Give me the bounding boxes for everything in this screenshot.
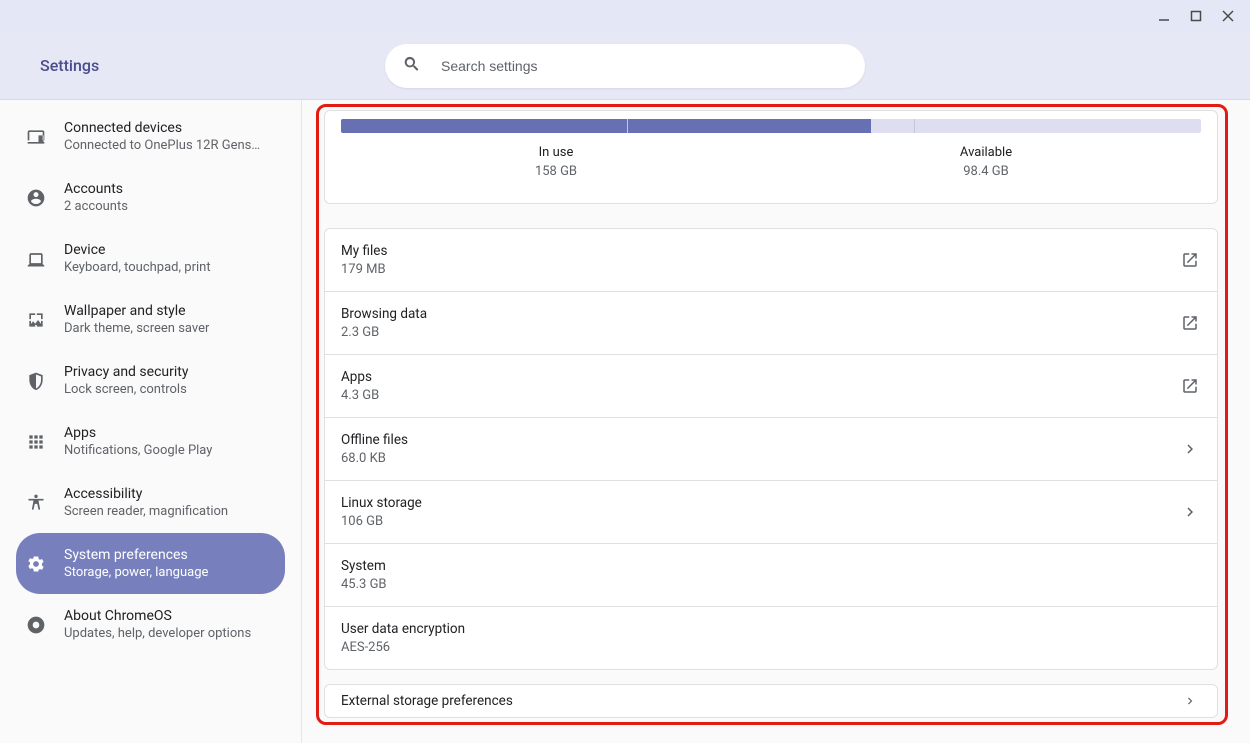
sidebar-item-label: Connected devices <box>64 120 260 136</box>
sidebar-item-label: About ChromeOS <box>64 608 251 624</box>
sidebar-item-device[interactable]: Device Keyboard, touchpad, print <box>16 228 285 289</box>
header: Settings <box>0 32 1250 100</box>
sidebar-item-sub: Connected to OnePlus 12R Gens… <box>64 138 260 153</box>
sidebar-item-sub: Dark theme, screen saver <box>64 321 209 336</box>
laptop-icon <box>26 249 46 269</box>
sidebar-item-sub: Updates, help, developer options <box>64 626 251 641</box>
wallpaper-icon <box>26 310 46 330</box>
search-input[interactable] <box>439 57 847 75</box>
sidebar-item-privacy[interactable]: Privacy and security Lock screen, contro… <box>16 350 285 411</box>
launch-icon <box>1179 249 1201 271</box>
row-value: 106 GB <box>341 514 1179 529</box>
sidebar-item-label: Accounts <box>64 181 128 197</box>
sidebar-item-sub: Keyboard, touchpad, print <box>64 260 211 275</box>
sidebar-item-label: Privacy and security <box>64 364 188 380</box>
row-label: Apps <box>341 369 1179 385</box>
chevron-right-icon <box>1179 501 1201 523</box>
minimize-button[interactable] <box>1148 0 1180 32</box>
sidebar: Connected devices Connected to OnePlus 1… <box>0 100 302 743</box>
storage-progress-bar <box>341 119 1201 133</box>
sidebar-item-label: Accessibility <box>64 486 228 502</box>
gear-icon <box>26 554 46 574</box>
storage-available-value: 98.4 GB <box>771 164 1201 179</box>
titlebar <box>0 0 1250 32</box>
row-label: System <box>341 558 1179 574</box>
sidebar-item-sub: Storage, power, language <box>64 565 208 580</box>
row-label: User data encryption <box>341 621 1179 637</box>
sidebar-item-accounts[interactable]: Accounts 2 accounts <box>16 167 285 228</box>
launch-icon <box>1179 312 1201 334</box>
app-title: Settings <box>40 56 99 75</box>
devices-icon <box>26 127 46 147</box>
storage-in-use-value: 158 GB <box>341 164 771 179</box>
storage-row-linux[interactable]: Linux storage 106 GB <box>325 481 1217 544</box>
sidebar-item-about[interactable]: About ChromeOS Updates, help, developer … <box>16 594 285 655</box>
external-storage-preferences[interactable]: External storage preferences <box>324 684 1218 718</box>
sidebar-item-sub: Lock screen, controls <box>64 382 188 397</box>
storage-breakdown-card: My files 179 MB Browsing data 2.3 GB App… <box>324 228 1218 670</box>
row-value: 179 MB <box>341 262 1179 277</box>
account-icon <box>26 188 46 208</box>
row-label: Linux storage <box>341 495 1179 511</box>
storage-row-system: System 45.3 GB <box>325 544 1217 607</box>
close-button[interactable] <box>1212 0 1244 32</box>
apps-icon <box>26 432 46 452</box>
sidebar-item-label: System preferences <box>64 547 208 563</box>
sidebar-item-wallpaper[interactable]: Wallpaper and style Dark theme, screen s… <box>16 289 285 350</box>
sidebar-item-label: Wallpaper and style <box>64 303 209 319</box>
storage-row-browsing-data[interactable]: Browsing data 2.3 GB <box>325 292 1217 355</box>
sidebar-item-label: Apps <box>64 425 212 441</box>
chrome-icon <box>26 615 46 635</box>
row-value: 45.3 GB <box>341 577 1179 592</box>
main-content: In use 158 GB Available 98.4 GB My files… <box>302 100 1250 743</box>
launch-icon <box>1179 375 1201 397</box>
storage-row-my-files[interactable]: My files 179 MB <box>325 229 1217 292</box>
row-value: 68.0 KB <box>341 451 1179 466</box>
sidebar-item-connected-devices[interactable]: Connected devices Connected to OnePlus 1… <box>16 106 285 167</box>
sidebar-item-apps[interactable]: Apps Notifications, Google Play <box>16 411 285 472</box>
search-box[interactable] <box>385 44 865 88</box>
shield-icon <box>26 371 46 391</box>
row-value: 4.3 GB <box>341 388 1179 403</box>
row-label: My files <box>341 243 1179 259</box>
storage-in-use-label: In use <box>341 145 771 160</box>
row-value: 2.3 GB <box>341 325 1179 340</box>
storage-usage-card: In use 158 GB Available 98.4 GB <box>324 110 1218 204</box>
sidebar-item-system-preferences[interactable]: System preferences Storage, power, langu… <box>16 533 285 594</box>
storage-row-offline-files[interactable]: Offline files 68.0 KB <box>325 418 1217 481</box>
row-label: External storage preferences <box>341 693 1179 709</box>
sidebar-item-label: Device <box>64 242 211 258</box>
row-label: Browsing data <box>341 306 1179 322</box>
sidebar-item-sub: 2 accounts <box>64 199 128 214</box>
search-icon <box>403 55 421 77</box>
row-value: AES-256 <box>341 640 1179 655</box>
chevron-right-icon <box>1179 690 1201 712</box>
row-label: Offline files <box>341 432 1179 448</box>
sidebar-item-sub: Notifications, Google Play <box>64 443 212 458</box>
sidebar-item-accessibility[interactable]: Accessibility Screen reader, magnificati… <box>16 472 285 533</box>
storage-row-encryption: User data encryption AES-256 <box>325 607 1217 669</box>
storage-progress-fill <box>341 119 871 133</box>
storage-row-apps[interactable]: Apps 4.3 GB <box>325 355 1217 418</box>
storage-available-label: Available <box>771 145 1201 160</box>
accessibility-icon <box>26 493 46 513</box>
chevron-right-icon <box>1179 438 1201 460</box>
maximize-button[interactable] <box>1180 0 1212 32</box>
sidebar-item-sub: Screen reader, magnification <box>64 504 228 519</box>
